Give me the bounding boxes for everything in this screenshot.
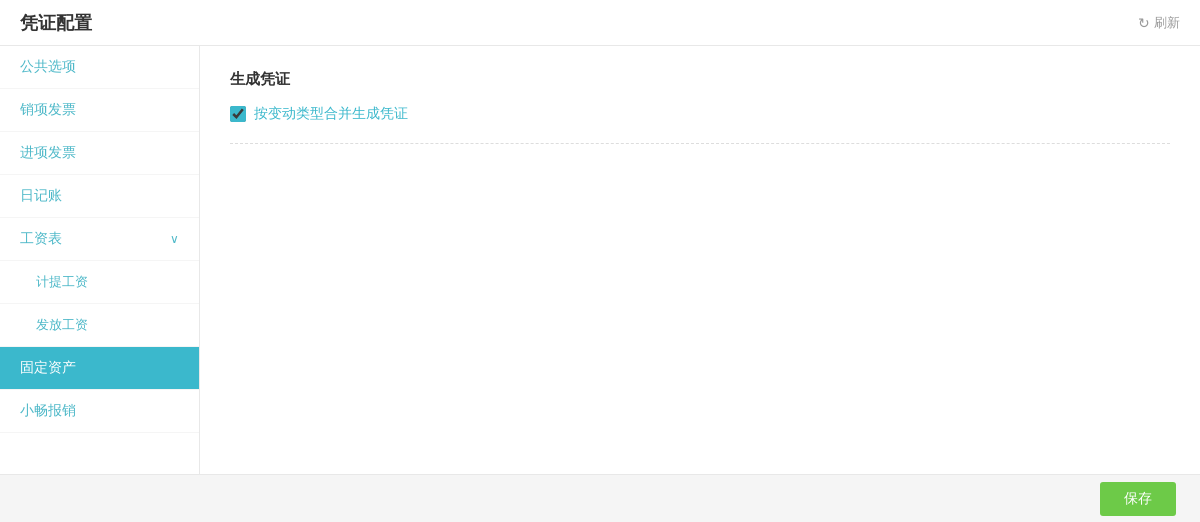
page-title: 凭证配置 bbox=[20, 11, 92, 35]
refresh-button[interactable]: ↻ 刷新 bbox=[1138, 14, 1180, 32]
sidebar-item-label: 销项发票 bbox=[20, 101, 76, 119]
main-layout: 公共选项 销项发票 进项发票 日记账 工资表 ∨ 计提工资 发放工资 固定资 bbox=[0, 46, 1200, 474]
save-button[interactable]: 保存 bbox=[1100, 482, 1176, 516]
sidebar-item-journal[interactable]: 日记账 bbox=[0, 175, 199, 218]
sidebar-item-payroll-table[interactable]: 工资表 ∨ bbox=[0, 218, 199, 261]
merge-checkbox[interactable] bbox=[230, 106, 246, 122]
checkbox-row: 按变动类型合并生成凭证 bbox=[230, 105, 1170, 123]
sidebar-item-label: 固定资产 bbox=[20, 359, 76, 377]
header: 凭证配置 ↻ 刷新 bbox=[0, 0, 1200, 46]
sidebar-item-pay-salary[interactable]: 发放工资 bbox=[0, 304, 199, 347]
sidebar: 公共选项 销项发票 进项发票 日记账 工资表 ∨ 计提工资 发放工资 固定资 bbox=[0, 46, 200, 474]
sidebar-item-public-options[interactable]: 公共选项 bbox=[0, 46, 199, 89]
sidebar-item-label: 日记账 bbox=[20, 187, 62, 205]
sidebar-item-label: 工资表 bbox=[20, 230, 62, 248]
refresh-icon: ↻ bbox=[1138, 15, 1150, 31]
refresh-label: 刷新 bbox=[1154, 14, 1180, 32]
content-area: 生成凭证 按变动类型合并生成凭证 bbox=[200, 46, 1200, 474]
sidebar-item-purchase-invoice[interactable]: 进项发票 bbox=[0, 132, 199, 175]
section-divider bbox=[230, 143, 1170, 144]
sidebar-item-label: 计提工资 bbox=[36, 273, 88, 291]
sidebar-item-label: 小畅报销 bbox=[20, 402, 76, 420]
sidebar-item-expense-claim[interactable]: 小畅报销 bbox=[0, 390, 199, 433]
sidebar-item-fixed-assets[interactable]: 固定资产 bbox=[0, 347, 199, 390]
chevron-down-icon: ∨ bbox=[170, 232, 179, 246]
sidebar-item-label: 公共选项 bbox=[20, 58, 76, 76]
sidebar-item-sales-invoice[interactable]: 销项发票 bbox=[0, 89, 199, 132]
sidebar-item-label: 进项发票 bbox=[20, 144, 76, 162]
sidebar-item-accrual-salary[interactable]: 计提工资 bbox=[0, 261, 199, 304]
section-title: 生成凭证 bbox=[230, 70, 1170, 89]
merge-checkbox-label[interactable]: 按变动类型合并生成凭证 bbox=[254, 105, 408, 123]
footer: 保存 bbox=[0, 474, 1200, 522]
sidebar-item-label: 发放工资 bbox=[36, 316, 88, 334]
